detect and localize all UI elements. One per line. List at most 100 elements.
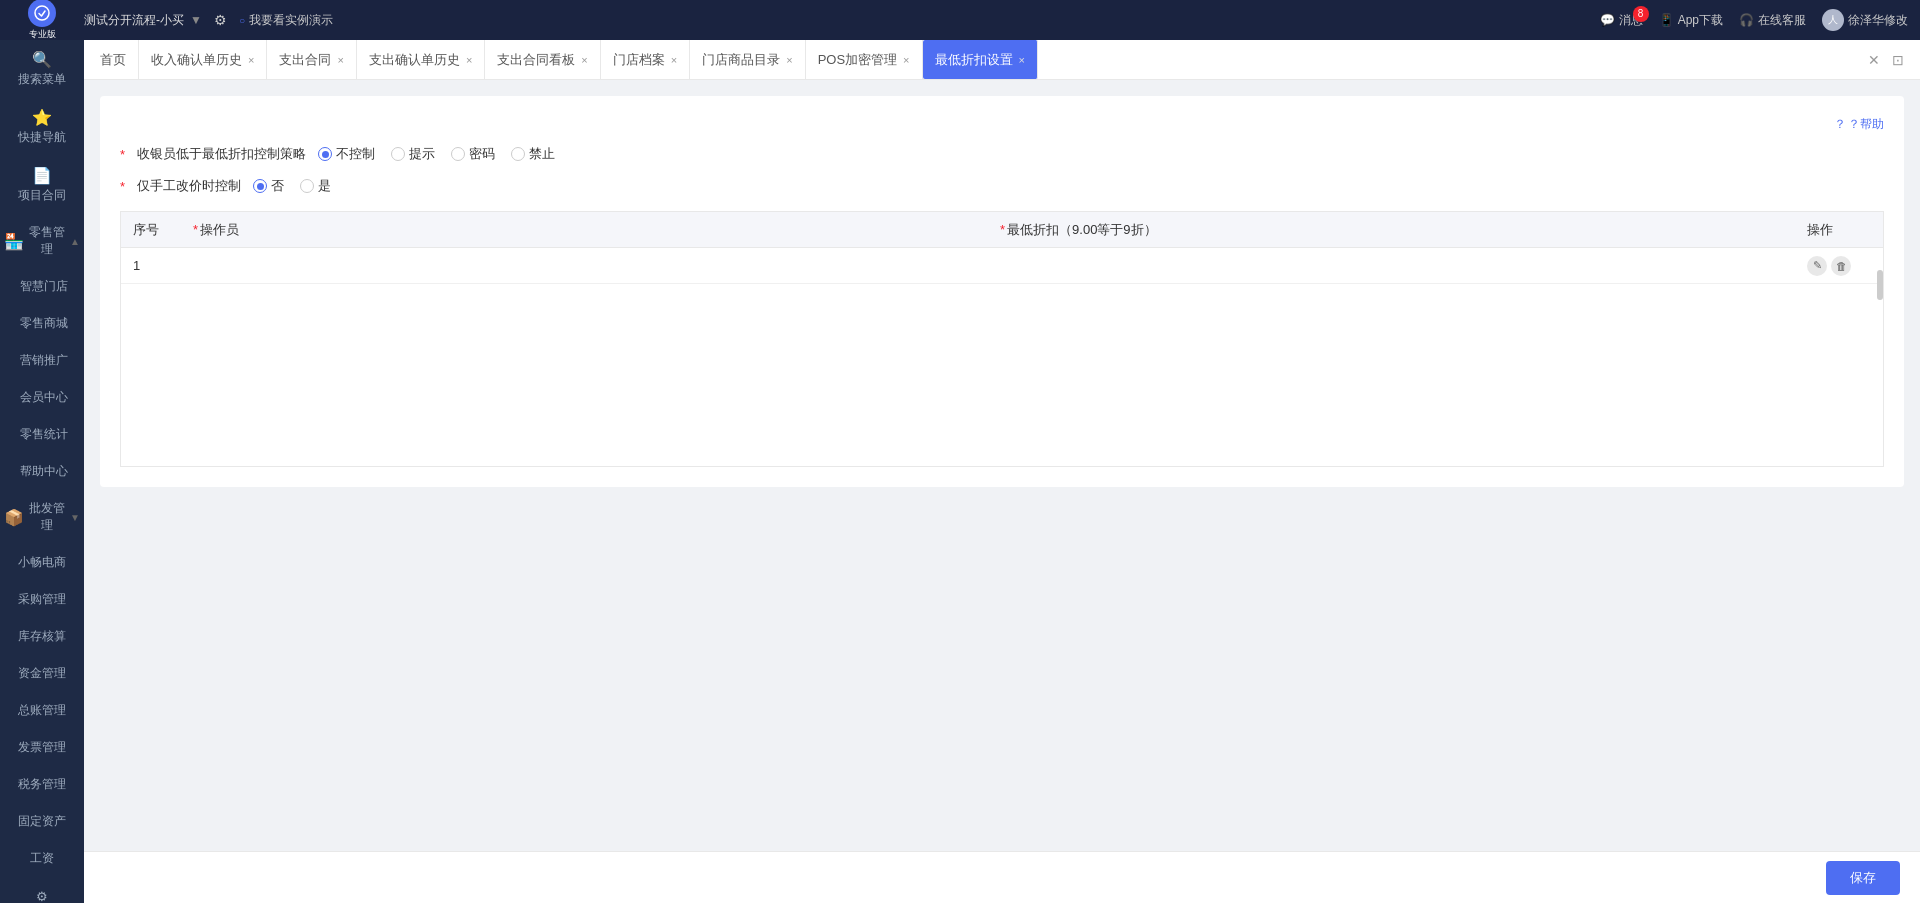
tab-actions: ✕ ⊡	[1864, 50, 1916, 70]
sidebar-item-ledger[interactable]: 总账管理	[0, 692, 84, 729]
row-action-buttons: ✎ 🗑	[1807, 256, 1851, 276]
tab-store-archive-label: 门店档案	[613, 51, 665, 69]
manual-control-required: *	[120, 179, 125, 194]
customer-service-button[interactable]: 🎧 在线客服	[1739, 12, 1806, 29]
sidebar-label-member: 会员中心	[20, 389, 68, 406]
tab-expense-history[interactable]: 支出确认单历史 ×	[357, 40, 485, 79]
sidebar-item-quicknav[interactable]: ⭐ 快捷导航	[0, 98, 84, 156]
sidebar-label-retail-stats: 零售统计	[20, 426, 68, 443]
sidebar-label-wholesale: 批发管理	[28, 500, 66, 534]
svg-point-0	[35, 6, 49, 20]
discount-required-mark: *	[1000, 222, 1005, 237]
messages-badge: 8	[1633, 6, 1649, 22]
tab-store-catalog-label: 门店商品目录	[702, 51, 780, 69]
demo-link[interactable]: 我要看实例演示	[239, 12, 333, 29]
option-forbid-radio[interactable]	[511, 147, 525, 161]
control-strategy-row: * 收银员低于最低折扣控制策略 不控制 提示 密码	[120, 145, 1884, 163]
option-no-control-radio[interactable]	[318, 147, 332, 161]
sidebar-label-marketing: 营销推广	[20, 352, 68, 369]
option-no-radio[interactable]	[253, 179, 267, 193]
option-yes-label: 是	[318, 177, 331, 195]
tab-maximize-button[interactable]: ⊡	[1888, 50, 1908, 70]
tab-expense-contract-close[interactable]: ×	[337, 54, 343, 66]
sidebar-item-payroll[interactable]: 工资	[0, 840, 84, 877]
main-layout: 🔍 搜索菜单 ⭐ 快捷导航 📄 项目合同 🏪 零售管理 ▲ 智慧门店 零售商城 …	[0, 40, 1920, 903]
tab-store-archive-close[interactable]: ×	[671, 54, 677, 66]
app-download-button[interactable]: 📱 App下载	[1659, 12, 1723, 29]
option-no-control[interactable]: 不控制	[318, 145, 375, 163]
option-forbid[interactable]: 禁止	[511, 145, 555, 163]
option-no-control-label: 不控制	[336, 145, 375, 163]
sidebar-item-retail-stats[interactable]: 零售统计	[0, 416, 84, 453]
sidebar-item-marketing[interactable]: 营销推广	[0, 342, 84, 379]
search-icon: 🔍	[32, 50, 52, 69]
sidebar-item-finance[interactable]: 资金管理	[0, 655, 84, 692]
col-operator-header: * 操作员	[181, 221, 988, 239]
tab-min-discount[interactable]: 最低折扣设置 ×	[923, 40, 1038, 79]
settings-button[interactable]: ⚙	[214, 12, 227, 28]
sidebar-item-tax[interactable]: 税务管理	[0, 766, 84, 803]
sidebar-item-inventory[interactable]: 库存核算	[0, 618, 84, 655]
sidebar-item-search[interactable]: 🔍 搜索菜单	[0, 40, 84, 98]
scroll-thumb[interactable]	[1877, 270, 1883, 300]
tab-min-discount-close[interactable]: ×	[1019, 54, 1025, 66]
edit-button[interactable]: ✎	[1807, 256, 1827, 276]
wholesale-arrow-icon: ▼	[70, 512, 80, 523]
operator-required-mark: *	[193, 222, 198, 237]
sidebar-item-retail-mall[interactable]: 零售商城	[0, 305, 84, 342]
tab-pos-encrypt-close[interactable]: ×	[903, 54, 909, 66]
option-password-radio[interactable]	[451, 147, 465, 161]
tab-store-catalog[interactable]: 门店商品目录 ×	[690, 40, 805, 79]
tab-pos-encrypt-label: POS加密管理	[818, 51, 897, 69]
option-yes-radio[interactable]	[300, 179, 314, 193]
sidebar-label-smart-store: 智慧门店	[20, 278, 68, 295]
tab-expense-kanban-close[interactable]: ×	[581, 54, 587, 66]
option-no[interactable]: 否	[253, 177, 284, 195]
sidebar-item-fixed-assets[interactable]: 固定资产	[0, 803, 84, 840]
messages-button[interactable]: 💬 消息 8	[1600, 12, 1643, 29]
sidebar-item-member[interactable]: 会员中心	[0, 379, 84, 416]
sidebar-item-wholesale[interactable]: 📦 批发管理 ▼	[0, 490, 84, 544]
option-remind-radio[interactable]	[391, 147, 405, 161]
tab-expense-kanban[interactable]: 支出合同看板 ×	[485, 40, 600, 79]
sidebar-item-ecommerce[interactable]: 小畅电商	[0, 544, 84, 581]
tab-income-history-close[interactable]: ×	[248, 54, 254, 66]
save-button[interactable]: 保存	[1826, 861, 1900, 895]
tab-store-archive[interactable]: 门店档案 ×	[601, 40, 690, 79]
manual-control-options: 否 是	[253, 177, 331, 195]
tab-expense-contract[interactable]: 支出合同 ×	[267, 40, 356, 79]
sidebar-item-purchase[interactable]: 采购管理	[0, 581, 84, 618]
project-selector[interactable]: 测试分开流程-小买 ▼	[84, 12, 202, 29]
option-yes[interactable]: 是	[300, 177, 331, 195]
sidebar-item-contract[interactable]: 📄 项目合同	[0, 156, 84, 214]
sidebar-item-help[interactable]: 帮助中心	[0, 453, 84, 490]
top-bar: 专业版 测试分开流程-小买 ▼ ⚙ 我要看实例演示 💬 消息 8 📱 App下载…	[0, 0, 1920, 40]
page-footer: 保存	[84, 851, 1920, 903]
user-name: 徐泽华修改	[1848, 12, 1908, 29]
table-section: 序号 * 操作员 * 最低折扣（9.00等于9折） 操作	[120, 211, 1884, 467]
sidebar-label-retail: 零售管理	[28, 224, 66, 258]
tab-income-history[interactable]: 收入确认单历史 ×	[139, 40, 267, 79]
sidebar-label-help: 帮助中心	[20, 463, 68, 480]
option-password[interactable]: 密码	[451, 145, 495, 163]
sidebar-label-fixed-assets: 固定资产	[18, 813, 66, 830]
help-link[interactable]: ？ ？帮助	[1834, 116, 1884, 133]
table-body: 1 ✎ 🗑	[120, 247, 1884, 467]
delete-button[interactable]: 🗑	[1831, 256, 1851, 276]
control-strategy-label: 收银员低于最低折扣控制策略	[137, 145, 306, 163]
option-remind[interactable]: 提示	[391, 145, 435, 163]
user-profile-button[interactable]: 人 徐泽华修改	[1822, 9, 1908, 31]
tab-store-catalog-close[interactable]: ×	[786, 54, 792, 66]
sidebar-item-smart-store[interactable]: 智慧门店	[0, 268, 84, 305]
col-seq-header: 序号	[121, 221, 181, 239]
tab-expense-history-close[interactable]: ×	[466, 54, 472, 66]
tab-pos-encrypt[interactable]: POS加密管理 ×	[806, 40, 923, 79]
tab-close-button[interactable]: ✕	[1864, 50, 1884, 70]
option-password-label: 密码	[469, 145, 495, 163]
tab-min-discount-label: 最低折扣设置	[935, 51, 1013, 69]
sidebar-gear-button[interactable]: ⚙	[0, 877, 84, 903]
sidebar-item-retail[interactable]: 🏪 零售管理 ▲	[0, 214, 84, 268]
sidebar-label-tax: 税务管理	[18, 776, 66, 793]
tab-home[interactable]: 首页	[88, 40, 139, 79]
sidebar-item-invoice[interactable]: 发票管理	[0, 729, 84, 766]
